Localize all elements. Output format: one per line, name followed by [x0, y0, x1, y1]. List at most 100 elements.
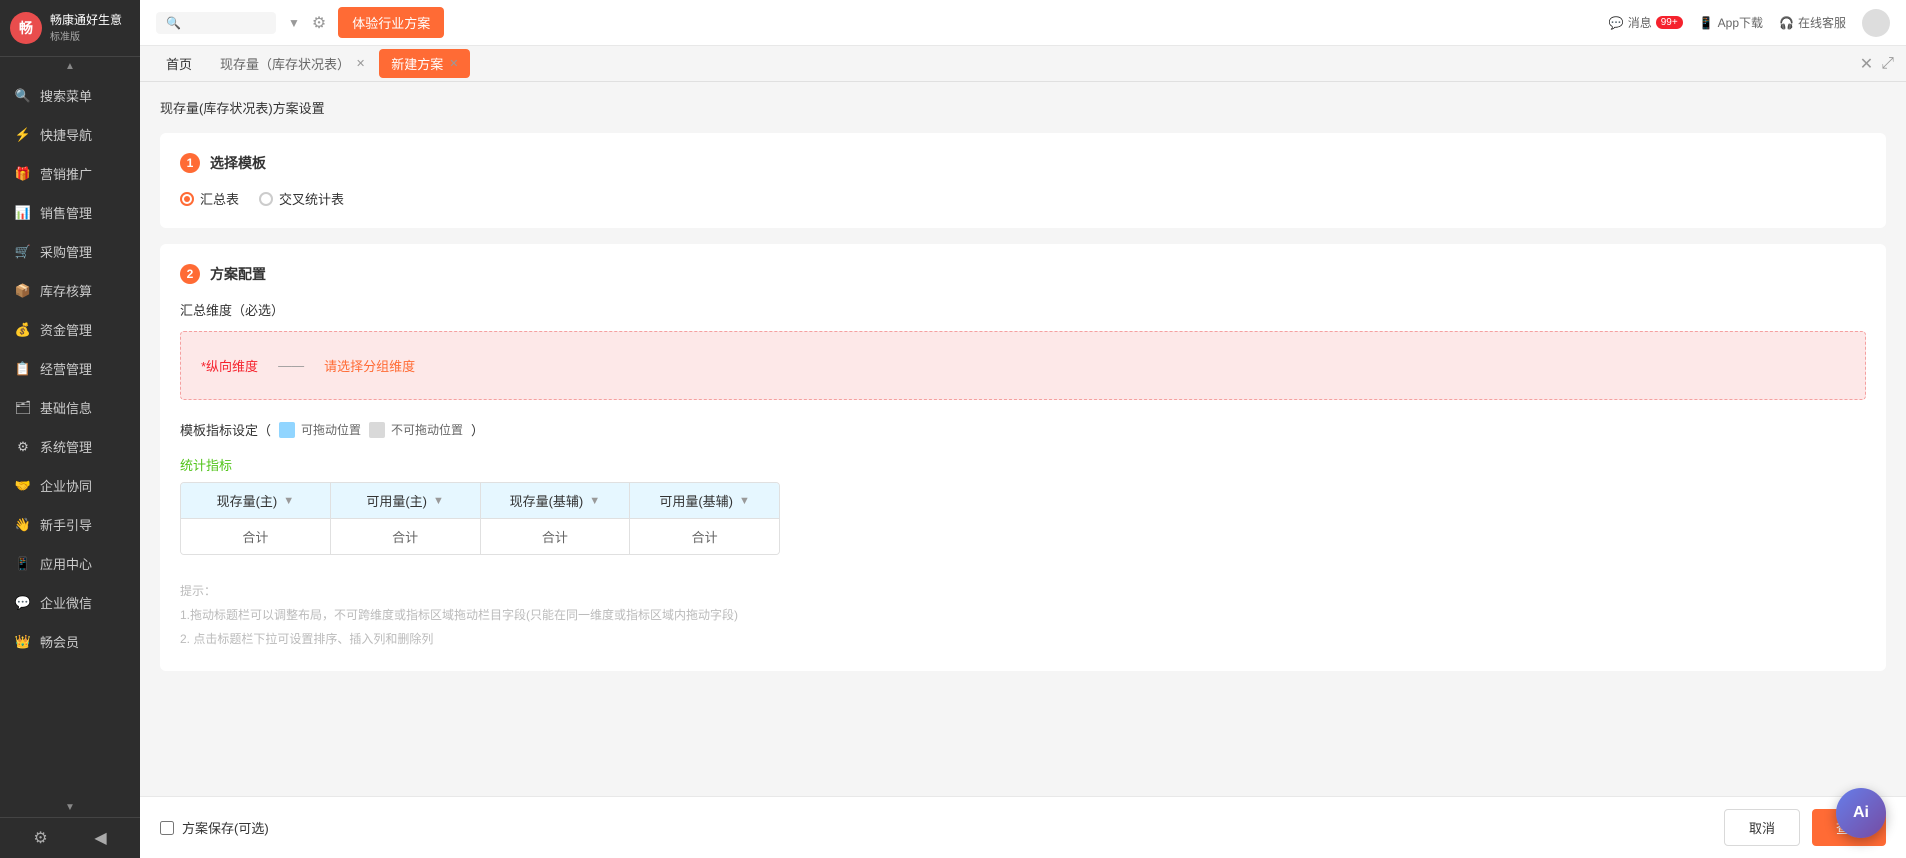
tabbar: 首页 现存量（库存状况表） ✕ 新建方案 ✕ ✕ ⤢ [140, 46, 1906, 82]
sales-icon: 📊 [14, 204, 32, 222]
user-avatar[interactable] [1862, 9, 1890, 37]
operations-icon: 📋 [14, 360, 32, 378]
stats-table: 现存量(主) ▼ 可用量(主) ▼ 现存量(基辅) ▼ 可用量(基辅) ▼ [180, 482, 780, 555]
indicator-settings: 模板指标设定（ 可拖动位置 不可拖动位置 ） [180, 420, 1866, 439]
stats-col-1-header[interactable]: 现存量(主) ▼ [181, 483, 331, 518]
step2-card: 2 方案配置 汇总维度（必选） *纵向维度 —— 请选择分组维度 模板指标设定（… [160, 244, 1886, 671]
enterprise-icon: 🤝 [14, 477, 32, 495]
tips-content: 提示： 1.拖动标题栏可以调整布局，不可跨维度或指标区域拖动栏目字段(只能在同一… [180, 579, 1866, 651]
app-edition: 标准版 [50, 28, 122, 43]
draggable-box [279, 422, 295, 438]
sidebar-item-enterprise[interactable]: 🤝 企业协同 [0, 466, 140, 505]
app-logo-icon: 畅 [10, 12, 42, 44]
tab-new-scheme[interactable]: 新建方案 ✕ [379, 49, 470, 78]
radio-cross[interactable]: 交叉统计表 [259, 189, 344, 208]
headset-icon: 🎧 [1779, 16, 1794, 30]
message-item[interactable]: 💬 消息 99+ [1609, 14, 1683, 31]
sidebar-item-search[interactable]: 🔍 搜索菜单 [0, 76, 140, 115]
sidebar-logo: 畅 畅康通好生意 标准版 [0, 0, 140, 57]
stats-col-4-header[interactable]: 可用量(基辅) ▼ [630, 483, 779, 518]
sidebar-item-vip[interactable]: 👑 畅会员 [0, 622, 140, 661]
stats-col-1-sub: 合计 [181, 518, 331, 554]
step2-title: 方案配置 [210, 264, 266, 284]
dimension-section-label: 汇总维度（必选） [180, 300, 1866, 319]
search-menu-icon: 🔍 [14, 87, 32, 105]
dimension-placeholder[interactable]: 请选择分组维度 [324, 356, 415, 375]
tab-close-inventory[interactable]: ✕ [356, 57, 365, 70]
stats-table-header-label: 统计指标 [180, 455, 1866, 474]
sidebar-item-operations[interactable]: 📋 经营管理 [0, 349, 140, 388]
stats-table-header-row: 现存量(主) ▼ 可用量(主) ▼ 现存量(基辅) ▼ 可用量(基辅) ▼ [181, 483, 779, 518]
tips-section: 提示： 1.拖动标题栏可以调整布局，不可跨维度或指标区域拖动栏目字段(只能在同一… [180, 579, 1866, 651]
trial-btn[interactable]: 体验行业方案 [338, 7, 444, 38]
online-service-item[interactable]: 🎧 在线客服 [1779, 14, 1846, 31]
non-draggable-toggle: 不可拖动位置 [369, 421, 463, 438]
sidebar-item-purchase[interactable]: 🛒 采购管理 [0, 232, 140, 271]
app-download-icon: 📱 [1699, 16, 1714, 30]
col3-dropdown-icon: ▼ [589, 495, 600, 507]
purchase-icon: 🛒 [14, 243, 32, 261]
col4-dropdown-icon: ▼ [739, 495, 750, 507]
step1-card: 1 选择模板 汇总表 交叉统计表 [160, 133, 1886, 228]
dimension-separator: —— [278, 358, 304, 373]
sidebar-item-newbie[interactable]: 👋 新手引导 [0, 505, 140, 544]
message-badge: 99+ [1656, 16, 1683, 29]
content-area: 现存量(库存状况表)方案设置 1 选择模板 汇总表 交叉统计表 2 [140, 82, 1906, 796]
radio-dot-summary [180, 192, 194, 206]
col1-dropdown-icon: ▼ [283, 495, 294, 507]
save-option-label: 方案保存(可选) [182, 818, 269, 837]
step1-number: 1 [180, 153, 200, 173]
tab-home[interactable]: 首页 [152, 48, 206, 79]
sidebar-item-inventory[interactable]: 📦 库存核算 [0, 271, 140, 310]
bottom-bar: 方案保存(可选) 取消 查询 [140, 796, 1906, 858]
sidebar-item-basic-info[interactable]: 🗂 基础信息 [0, 388, 140, 427]
tab-close-all-btn[interactable]: ✕ [1860, 54, 1873, 74]
sidebar-scroll-up[interactable]: ▲ [0, 57, 140, 76]
cancel-button[interactable]: 取消 [1724, 809, 1800, 846]
sidebar-collapse-btn[interactable]: ◀ [94, 828, 106, 848]
tabbar-right: ✕ ⤢ [1860, 54, 1894, 74]
col2-dropdown-icon: ▼ [433, 495, 444, 507]
sidebar-item-wechat[interactable]: 💬 企业微信 [0, 583, 140, 622]
stats-col-3-header[interactable]: 现存量(基辅) ▼ [481, 483, 631, 518]
save-option: 方案保存(可选) [160, 818, 269, 837]
sidebar-scroll-down[interactable]: ▼ [0, 798, 140, 817]
vip-icon: 👑 [14, 633, 32, 651]
step1-header: 1 选择模板 [180, 153, 1866, 173]
radio-summary[interactable]: 汇总表 [180, 189, 239, 208]
ai-badge[interactable]: Ai [1836, 788, 1886, 838]
quick-nav-icon: ⚡ [14, 126, 32, 144]
step2-number: 2 [180, 264, 200, 284]
vertical-dimension-label: *纵向维度 [201, 356, 258, 375]
topbar-right: 💬 消息 99+ 📱 App下载 🎧 在线客服 [1609, 9, 1890, 37]
app-name: 畅康通好生意 [50, 13, 122, 29]
search-bar[interactable]: 🔍 [156, 12, 276, 34]
message-icon: 💬 [1609, 16, 1624, 30]
sidebar-settings-btn[interactable]: ⚙ [33, 828, 47, 848]
stats-col-3-sub: 合计 [481, 518, 631, 554]
basic-info-icon: 🗂 [14, 399, 32, 417]
step1-title: 选择模板 [210, 153, 266, 173]
topbar-dropdown[interactable]: ▼ [288, 16, 300, 30]
marketing-icon: 🎁 [14, 165, 32, 183]
tab-inventory-status[interactable]: 现存量（库存状况表） ✕ [206, 48, 379, 79]
stats-col-4-sub: 合计 [630, 518, 779, 554]
sidebar-item-finance[interactable]: 💰 资金管理 [0, 310, 140, 349]
stats-col-2-header[interactable]: 可用量(主) ▼ [331, 483, 481, 518]
sidebar-item-app-center[interactable]: 📱 应用中心 [0, 544, 140, 583]
indicator-settings-label: 模板指标设定（ 可拖动位置 不可拖动位置 ） [180, 420, 1866, 439]
sidebar-item-marketing[interactable]: 🎁 营销推广 [0, 154, 140, 193]
stats-table-sub-row: 合计 合计 合计 合计 [181, 518, 779, 554]
tab-expand-btn[interactable]: ⤢ [1881, 54, 1894, 74]
sidebar-item-system[interactable]: ⚙ 系统管理 [0, 427, 140, 466]
sidebar-item-sales[interactable]: 📊 销售管理 [0, 193, 140, 232]
app-download-item[interactable]: 📱 App下载 [1699, 14, 1763, 31]
sidebar-bottom: ⚙ ◀ [0, 817, 140, 858]
tab-close-new-scheme[interactable]: ✕ [449, 57, 458, 70]
save-checkbox[interactable] [160, 821, 174, 835]
step2-header: 2 方案配置 [180, 264, 1866, 284]
app-center-icon: 📱 [14, 555, 32, 573]
topbar-settings-icon[interactable]: ⚙ [312, 13, 326, 33]
main-area: 🔍 ▼ ⚙ 体验行业方案 💬 消息 99+ 📱 App下载 🎧 在线客服 [140, 0, 1906, 858]
sidebar-item-quick-nav[interactable]: ⚡ 快捷导航 [0, 115, 140, 154]
